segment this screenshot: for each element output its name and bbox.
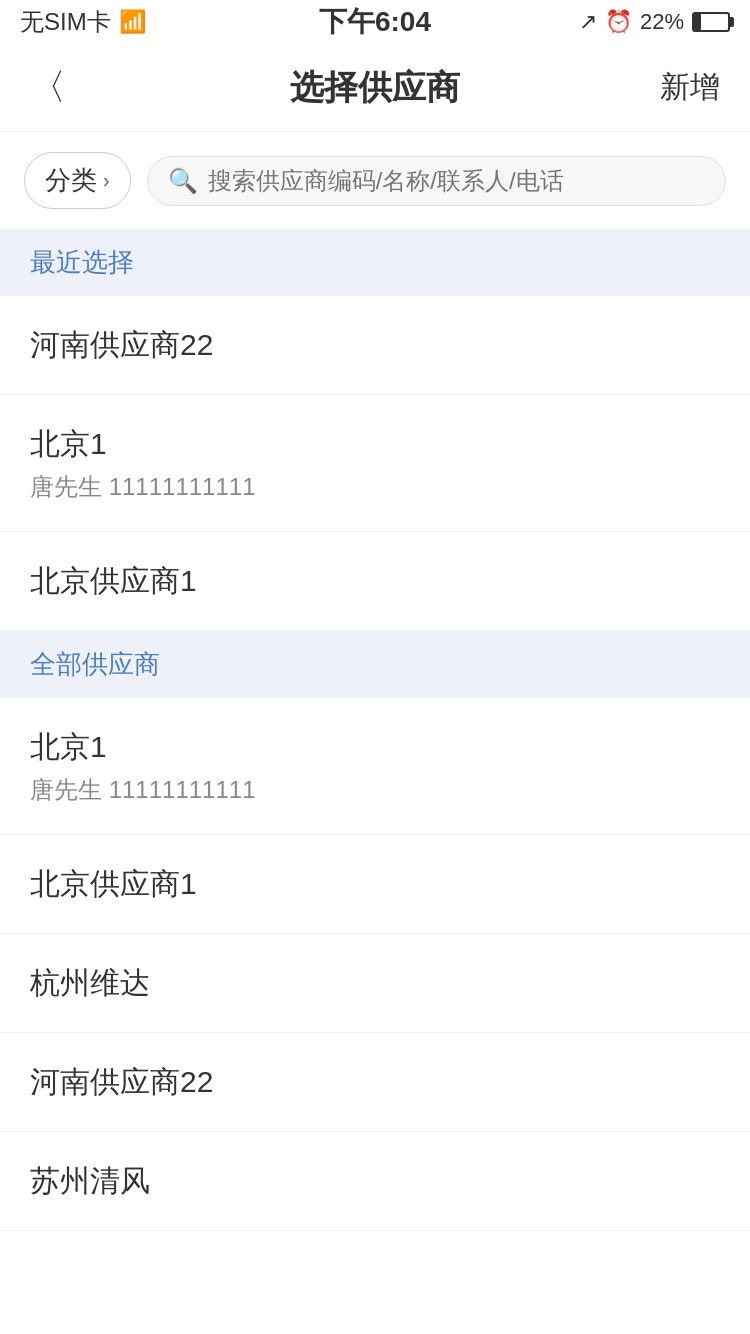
search-input[interactable] — [208, 167, 705, 195]
section-header-recent: 最近选择 — [0, 229, 750, 296]
battery-label: 22% — [640, 9, 684, 35]
carrier-label: 无SIM卡 — [20, 6, 111, 38]
battery-icon — [692, 12, 730, 32]
item-sub: 唐先生 11111111111 — [30, 471, 720, 503]
chevron-right-icon: › — [103, 169, 110, 192]
list-item-r2[interactable]: 北京1 唐先生 11111111111 — [0, 395, 750, 532]
search-box[interactable]: 🔍 — [147, 156, 726, 206]
page-title: 选择供应商 — [110, 65, 640, 111]
item-sub: 唐先生 11111111111 — [30, 774, 720, 806]
search-icon: 🔍 — [168, 167, 198, 195]
list-item-a4[interactable]: 河南供应商22 — [0, 1033, 750, 1132]
status-time: 下午6:04 — [319, 3, 431, 41]
alarm-icon: ⏰ — [605, 9, 632, 35]
item-name: 北京供应商1 — [30, 863, 720, 905]
item-name: 北京1 — [30, 423, 720, 465]
list-item-r1[interactable]: 河南供应商22 — [0, 296, 750, 395]
item-name: 杭州维达 — [30, 962, 720, 1004]
sections-container: 最近选择河南供应商22 北京1 唐先生 11111111111 北京供应商1 全部供应商… — [0, 229, 750, 1231]
status-bar: 无SIM卡 📶 下午6:04 ↗ ⏰ 22% — [0, 0, 750, 44]
category-label: 分类 — [45, 163, 97, 198]
status-right: ↗ ⏰ 22% — [579, 9, 730, 35]
add-button[interactable]: 新增 — [640, 67, 720, 108]
nav-bar: 〈 选择供应商 新增 — [0, 44, 750, 132]
list-item-a1[interactable]: 北京1 唐先生 11111111111 — [0, 698, 750, 835]
item-name: 北京1 — [30, 726, 720, 768]
wifi-icon: 📶 — [119, 9, 146, 35]
section-header-all: 全部供应商 — [0, 631, 750, 698]
list-item-r3[interactable]: 北京供应商1 — [0, 532, 750, 631]
item-name: 苏州清风 — [30, 1160, 720, 1202]
list-item-a2[interactable]: 北京供应商1 — [0, 835, 750, 934]
category-button[interactable]: 分类 › — [24, 152, 131, 209]
location-icon: ↗ — [579, 9, 597, 35]
filter-bar: 分类 › 🔍 — [0, 132, 750, 229]
status-left: 无SIM卡 📶 — [20, 6, 146, 38]
list-item-a5[interactable]: 苏州清风 — [0, 1132, 750, 1231]
item-name: 北京供应商1 — [30, 560, 720, 602]
back-button[interactable]: 〈 — [30, 63, 110, 112]
item-name: 河南供应商22 — [30, 1061, 720, 1103]
item-name: 河南供应商22 — [30, 324, 720, 366]
list-item-a3[interactable]: 杭州维达 — [0, 934, 750, 1033]
